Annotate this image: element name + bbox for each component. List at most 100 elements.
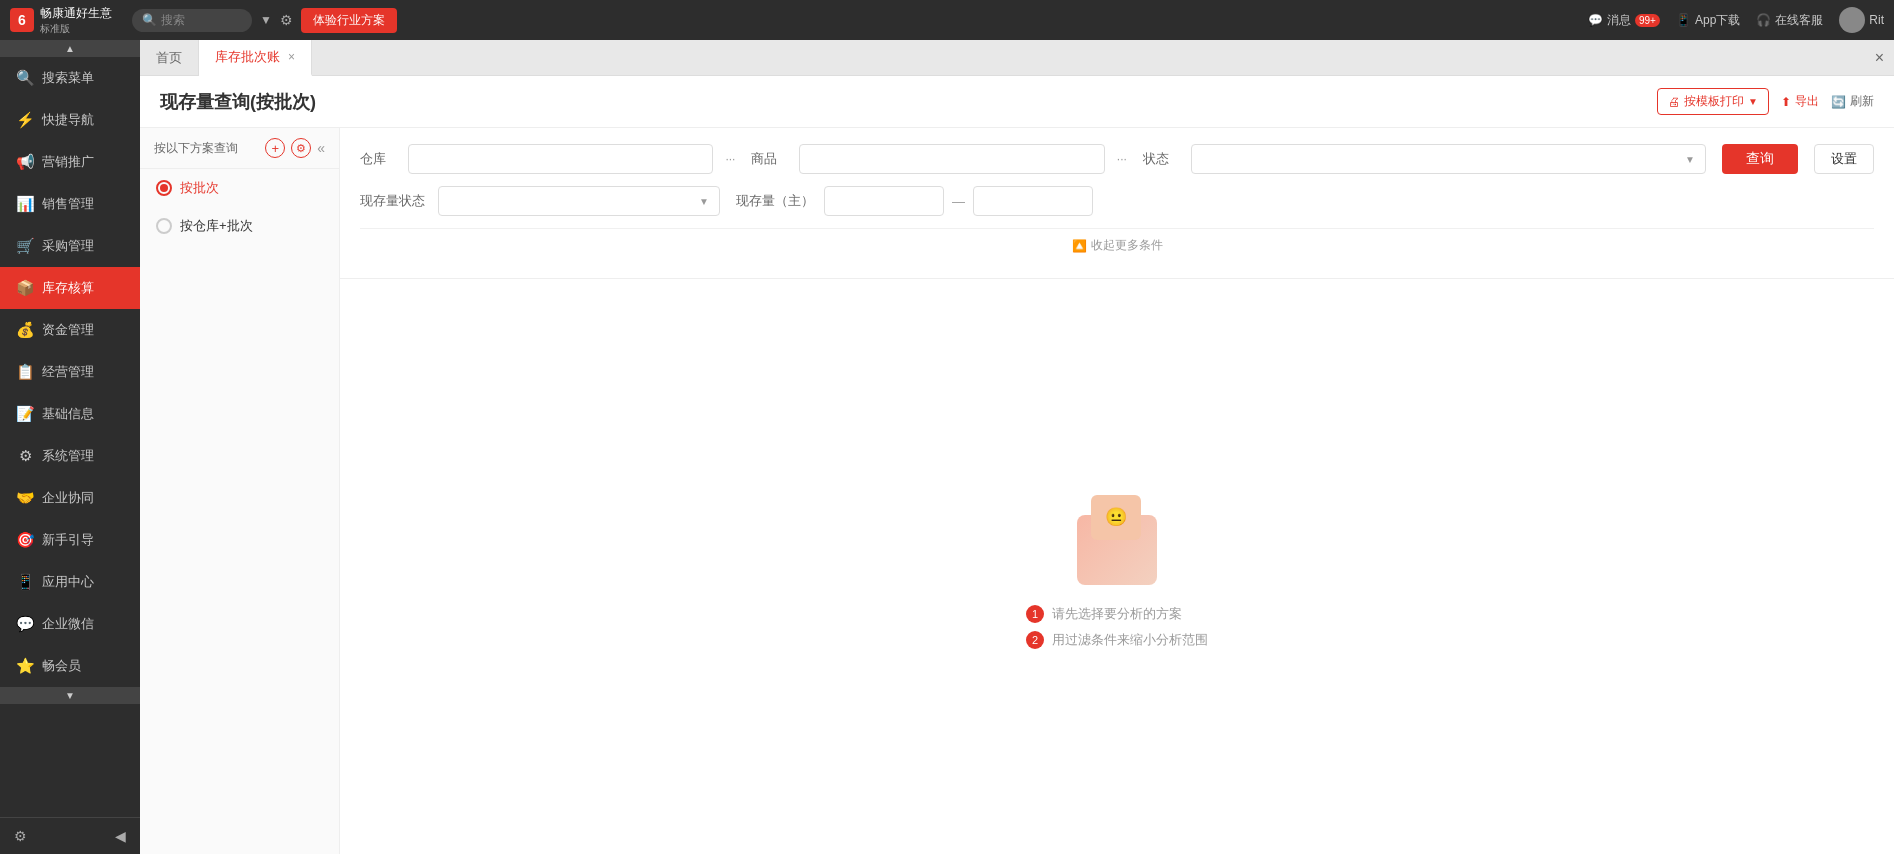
- app-version: 标准版: [40, 22, 112, 36]
- marketing-icon: 📢: [16, 153, 34, 171]
- sidebar: ▲ 🔍 搜索菜单 ⚡ 快捷导航 📢 营销推广 📊 销售管理 🛒 采购管理 📦 库…: [0, 40, 140, 854]
- sidebar-item-system[interactable]: ⚙ 系统管理: [0, 435, 140, 477]
- app-download-label: App下载: [1695, 12, 1740, 29]
- status-condition: 状态 ▼: [1143, 144, 1706, 174]
- sidebar-item-finance[interactable]: 💰 资金管理: [0, 309, 140, 351]
- filter-radio-by-warehouse-batch: [156, 218, 172, 234]
- collapse-conditions-button[interactable]: 🔼 收起更多条件: [360, 228, 1874, 262]
- status-select[interactable]: ▼: [1191, 144, 1706, 174]
- tab-close-icon[interactable]: ×: [288, 50, 295, 64]
- sidebar-item-quick-nav[interactable]: ⚡ 快捷导航: [0, 99, 140, 141]
- product-input[interactable]: [799, 144, 1104, 174]
- export-label: 导出: [1795, 93, 1819, 110]
- settings-button[interactable]: 设置: [1814, 144, 1874, 174]
- inventory-status-condition: 现存量状态 ▼: [360, 186, 720, 216]
- filter-item-by-warehouse-batch[interactable]: 按仓库+批次: [140, 207, 339, 245]
- filter-collapse-button[interactable]: «: [317, 140, 325, 156]
- sidebar-item-basic-label: 基础信息: [42, 405, 94, 423]
- inventory-qty-max-input[interactable]: [973, 186, 1093, 216]
- product-more-icon[interactable]: ···: [1117, 152, 1127, 166]
- sidebar-scroll-down[interactable]: ▼: [0, 687, 140, 704]
- condition-row-1: 仓库 ··· 商品 ··· 状态: [360, 144, 1874, 174]
- sidebar-item-marketing-label: 营销推广: [42, 153, 94, 171]
- filter-add-button[interactable]: +: [265, 138, 285, 158]
- warehouse-input[interactable]: [408, 144, 713, 174]
- header-center: 🔍 搜索 ▼ ⚙ 体验行业方案: [132, 8, 1588, 33]
- sidebar-settings-button[interactable]: ⚙: [14, 828, 27, 844]
- query-button[interactable]: 查询: [1722, 144, 1798, 174]
- refresh-icon: 🔄: [1831, 95, 1846, 109]
- sidebar-item-inventory[interactable]: 📦 库存核算: [0, 267, 140, 309]
- sidebar-item-member-label: 畅会员: [42, 657, 81, 675]
- sidebar-collapse-button[interactable]: ◀: [115, 828, 126, 844]
- header-search[interactable]: 🔍 搜索: [132, 9, 252, 32]
- sidebar-item-basic[interactable]: 📝 基础信息: [0, 393, 140, 435]
- header-left: 6 畅康通好生意 标准版: [10, 5, 112, 36]
- export-button[interactable]: ⬆ 导出: [1781, 93, 1819, 110]
- printer-icon: 🖨: [1668, 95, 1680, 109]
- search-menu-icon: 🔍: [16, 69, 34, 87]
- enterprise-icon: 🤝: [16, 489, 34, 507]
- finance-icon: 💰: [16, 321, 34, 339]
- warehouse-more-icon[interactable]: ···: [725, 152, 735, 166]
- empty-text: 1 请先选择要分析的方案 2 用过滤条件来缩小分析范围: [1026, 605, 1208, 649]
- sidebar-item-system-label: 系统管理: [42, 447, 94, 465]
- filter-by-batch-label: 按批次: [180, 179, 219, 197]
- empty-hint-2: 2 用过滤条件来缩小分析范围: [1026, 631, 1208, 649]
- page-body: 按以下方案查询 + ⚙ « 按批次 按仓库+批次: [140, 128, 1894, 854]
- sidebar-item-enterprise-label: 企业协同: [42, 489, 94, 507]
- sidebar-item-inventory-label: 库存核算: [42, 279, 94, 297]
- search-conditions: 仓库 ··· 商品 ··· 状态: [340, 128, 1894, 279]
- online-service-action[interactable]: 🎧 在线客服: [1756, 12, 1823, 29]
- app-download-action[interactable]: 📱 App下载: [1676, 12, 1740, 29]
- inventory-qty-min-input[interactable]: [824, 186, 944, 216]
- product-condition: 商品 ···: [751, 144, 1126, 174]
- sidebar-item-search[interactable]: 🔍 搜索菜单: [0, 57, 140, 99]
- sidebar-item-purchase[interactable]: 🛒 采购管理: [0, 225, 140, 267]
- sidebar-item-newbie[interactable]: 🎯 新手引导: [0, 519, 140, 561]
- refresh-button[interactable]: 🔄 刷新: [1831, 93, 1874, 110]
- inventory-status-select[interactable]: ▼: [438, 186, 720, 216]
- sidebar-item-enterprise[interactable]: 🤝 企业协同: [0, 477, 140, 519]
- user-area[interactable]: Rit: [1839, 7, 1884, 33]
- sales-icon: 📊: [16, 195, 34, 213]
- avatar: [1839, 7, 1865, 33]
- system-icon: ⚙: [16, 447, 34, 465]
- tab-bar-close-button[interactable]: ×: [1865, 49, 1894, 67]
- top-header: 6 畅康通好生意 标准版 🔍 搜索 ▼ ⚙ 体验行业方案 💬 消息 99+ 📱 …: [0, 0, 1894, 40]
- inventory-status-dropdown-icon: ▼: [699, 196, 709, 207]
- page-header: 现存量查询(按批次) 🖨 按模板打印 ▼ ⬆ 导出 🔄 刷新: [140, 76, 1894, 128]
- warehouse-label: 仓库: [360, 150, 400, 168]
- logo-area: 6 畅康通好生意 标准版: [10, 5, 112, 36]
- sidebar-item-member[interactable]: ⭐ 畅会员: [0, 645, 140, 687]
- dropdown-button[interactable]: ▼: [260, 13, 272, 27]
- sidebar-item-enterprise-wechat[interactable]: 💬 企业微信: [0, 603, 140, 645]
- warehouse-condition: 仓库 ···: [360, 144, 735, 174]
- product-label: 商品: [751, 150, 791, 168]
- filter-icons: + ⚙ «: [265, 138, 325, 158]
- sidebar-scroll-up[interactable]: ▲: [0, 40, 140, 57]
- messages-action[interactable]: 💬 消息 99+: [1588, 12, 1660, 29]
- sidebar-item-app-center[interactable]: 📱 应用中心: [0, 561, 140, 603]
- sidebar-item-business-label: 经营管理: [42, 363, 94, 381]
- phone-icon: 📱: [1676, 13, 1691, 27]
- filter-item-by-batch[interactable]: 按批次: [140, 169, 339, 207]
- tab-home[interactable]: 首页: [140, 40, 199, 76]
- gear-icon-button[interactable]: ⚙: [280, 12, 293, 28]
- sidebar-item-marketing[interactable]: 📢 营销推广: [0, 141, 140, 183]
- empty-face-shape: 😐: [1091, 495, 1141, 540]
- sidebar-item-business[interactable]: 📋 经营管理: [0, 351, 140, 393]
- tab-inventory-batch[interactable]: 库存批次账 ×: [199, 40, 312, 76]
- filter-header: 按以下方案查询 + ⚙ «: [140, 128, 339, 169]
- page-actions: 🖨 按模板打印 ▼ ⬆ 导出 🔄 刷新: [1657, 88, 1874, 115]
- trial-button[interactable]: 体验行业方案: [301, 8, 397, 33]
- tab-bar: 首页 库存批次账 × ×: [140, 40, 1894, 76]
- app-name: 畅康通好生意: [40, 5, 112, 22]
- print-button[interactable]: 🖨 按模板打印 ▼: [1657, 88, 1769, 115]
- collapse-conditions-label: 收起更多条件: [1091, 237, 1163, 254]
- sidebar-item-sales[interactable]: 📊 销售管理: [0, 183, 140, 225]
- filter-radio-by-batch: [156, 180, 172, 196]
- user-name: Rit: [1869, 13, 1884, 27]
- filter-config-button[interactable]: ⚙: [291, 138, 311, 158]
- status-dropdown-icon: ▼: [1685, 154, 1695, 165]
